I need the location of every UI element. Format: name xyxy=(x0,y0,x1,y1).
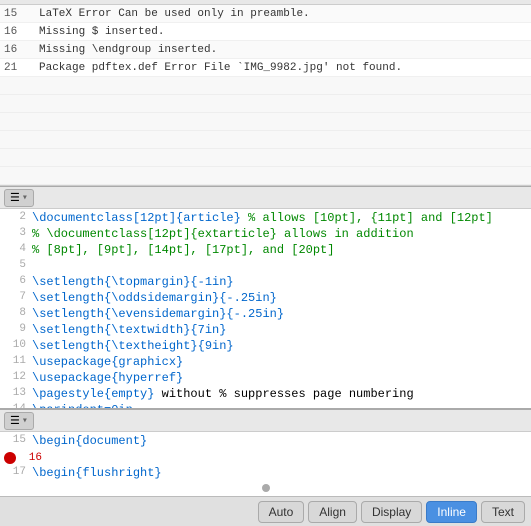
line-number: 12 xyxy=(4,371,32,387)
code-text: \setlength{\textwidth}{7in} xyxy=(32,323,226,339)
line-number: 13 xyxy=(4,387,32,403)
code-text: \documentclass[12pt]{article} % allows [… xyxy=(32,211,493,227)
code-text: % [8pt], [9pt], [14pt], [17pt], and [20p… xyxy=(32,243,334,259)
empty-row xyxy=(0,167,531,185)
empty-row xyxy=(0,77,531,95)
bottom-content: 15\begin{document} 16 17\begin{flushright} xyxy=(0,432,531,496)
footer-btn-display[interactable]: Display xyxy=(361,501,422,523)
code-line[interactable]: 4% [8pt], [9pt], [14pt], [17pt], and [20… xyxy=(0,243,531,259)
error-line-num: 21 xyxy=(4,62,39,74)
code-text: \parindent=0in xyxy=(32,403,133,408)
chevron-down-icon-2: ▾ xyxy=(22,415,28,427)
empty-rows xyxy=(0,77,531,185)
code-line[interactable]: 13\pagestyle{empty} without % suppresses… xyxy=(0,387,531,403)
code-line[interactable]: 12\usepackage{hyperref} xyxy=(0,371,531,387)
menu-icon: ☰ xyxy=(10,191,20,205)
empty-row xyxy=(0,113,531,131)
code-line[interactable]: 3% \documentclass[12pt]{extarticle} allo… xyxy=(0,227,531,243)
line-number: 3 xyxy=(4,227,32,243)
line-number: 7 xyxy=(4,291,32,307)
line-number: 14 xyxy=(4,403,32,408)
code-text: \usepackage{graphicx} xyxy=(32,355,183,371)
menu-icon-2: ☰ xyxy=(10,414,20,428)
code-line[interactable]: 10\setlength{\textheight}{9in} xyxy=(0,339,531,355)
empty-row xyxy=(0,95,531,113)
error-row[interactable]: 16Missing $ inserted. xyxy=(0,23,531,41)
code-text: \setlength{\topmargin}{-1in} xyxy=(32,275,234,291)
error-row[interactable]: 16Missing \endgroup inserted. xyxy=(0,41,531,59)
editor-panel: ☰ ▾ 2\documentclass[12pt]{article} % all… xyxy=(0,186,531,409)
code-line[interactable]: 6\setlength{\topmargin}{-1in} xyxy=(0,275,531,291)
line-number: 8 xyxy=(4,307,32,323)
footer-btn-inline[interactable]: Inline xyxy=(426,501,477,523)
code-line[interactable]: 14\parindent=0in xyxy=(0,403,531,408)
footer-btn-text[interactable]: Text xyxy=(481,501,525,523)
error-dot-icon xyxy=(4,452,16,464)
code-text: \setlength{\oddsidemargin}{-.25in} xyxy=(32,291,277,307)
editor-menu-button[interactable]: ☰ ▾ xyxy=(4,189,34,207)
line-number: 9 xyxy=(4,323,32,339)
line-number: 11 xyxy=(4,355,32,371)
code-text: \setlength{\evensidemargin}{-.25in} xyxy=(32,307,284,323)
code-text: \begin{flushright} xyxy=(32,466,162,482)
error-line-num: 16 xyxy=(4,26,39,38)
line-number: 2 xyxy=(4,211,32,227)
scroll-dot xyxy=(262,484,270,492)
code-line[interactable]: 8\setlength{\evensidemargin}{-.25in} xyxy=(0,307,531,323)
error-indicator: 16 xyxy=(0,450,531,466)
error-line-num: 16 xyxy=(4,44,39,56)
editor-content[interactable]: 2\documentclass[12pt]{article} % allows … xyxy=(0,209,531,408)
code-line[interactable]: 2\documentclass[12pt]{article} % allows … xyxy=(0,211,531,227)
error-row[interactable]: 15LaTeX Error Can be used only in preamb… xyxy=(0,5,531,23)
line-number: 4 xyxy=(4,243,32,259)
line-number: 15 xyxy=(4,434,32,450)
code-line[interactable]: 7\setlength{\oddsidemargin}{-.25in} xyxy=(0,291,531,307)
line-number: 10 xyxy=(4,339,32,355)
error-message-text: Missing \endgroup inserted. xyxy=(39,44,217,56)
bottom-panel: ☰ ▾ 15\begin{document} 16 17\begin{flushri… xyxy=(0,409,531,496)
code-text: \begin{document} xyxy=(32,434,147,450)
footer-btn-auto[interactable]: Auto xyxy=(258,501,305,523)
error-message-text: Package pdftex.def Error File `IMG_9982.… xyxy=(39,62,402,74)
footer-toolbar: AutoAlignDisplayInlineText xyxy=(0,496,531,526)
line-number: 5 xyxy=(4,259,32,275)
error-message-text: Missing $ inserted. xyxy=(39,26,164,38)
editor-toolbar: ☰ ▾ xyxy=(0,187,531,209)
empty-row xyxy=(0,131,531,149)
line-number: 6 xyxy=(4,275,32,291)
footer-btn-align[interactable]: Align xyxy=(308,501,357,523)
scroll-indicator xyxy=(0,482,531,494)
bottom-menu-button[interactable]: ☰ ▾ xyxy=(4,412,34,430)
code-text: \usepackage{hyperref} xyxy=(32,371,183,387)
error-table-body: 15LaTeX Error Can be used only in preamb… xyxy=(0,5,531,77)
chevron-down-icon: ▾ xyxy=(22,192,28,204)
error-row[interactable]: 21Package pdftex.def Error File `IMG_998… xyxy=(0,59,531,77)
code-line[interactable]: 9\setlength{\textwidth}{7in} xyxy=(0,323,531,339)
code-line[interactable]: 11\usepackage{graphicx} xyxy=(0,355,531,371)
error-panel: 15LaTeX Error Can be used only in preamb… xyxy=(0,0,531,186)
code-text: \pagestyle{empty} without % suppresses p… xyxy=(32,387,414,403)
bottom-code-line[interactable]: 17\begin{flushright} xyxy=(0,466,531,482)
bottom-toolbar: ☰ ▾ xyxy=(0,410,531,432)
line-number: 17 xyxy=(4,466,32,482)
error-message-text: LaTeX Error Can be used only in preamble… xyxy=(39,8,310,20)
empty-row xyxy=(0,149,531,167)
code-line[interactable]: 5 xyxy=(0,259,531,275)
bottom-code-line[interactable]: 15\begin{document} xyxy=(0,434,531,450)
error-line-num: 15 xyxy=(4,8,39,20)
code-text: \setlength{\textheight}{9in} xyxy=(32,339,234,355)
error-line-number: 16 xyxy=(20,452,48,464)
code-text: % \documentclass[12pt]{extarticle} allow… xyxy=(32,227,414,243)
